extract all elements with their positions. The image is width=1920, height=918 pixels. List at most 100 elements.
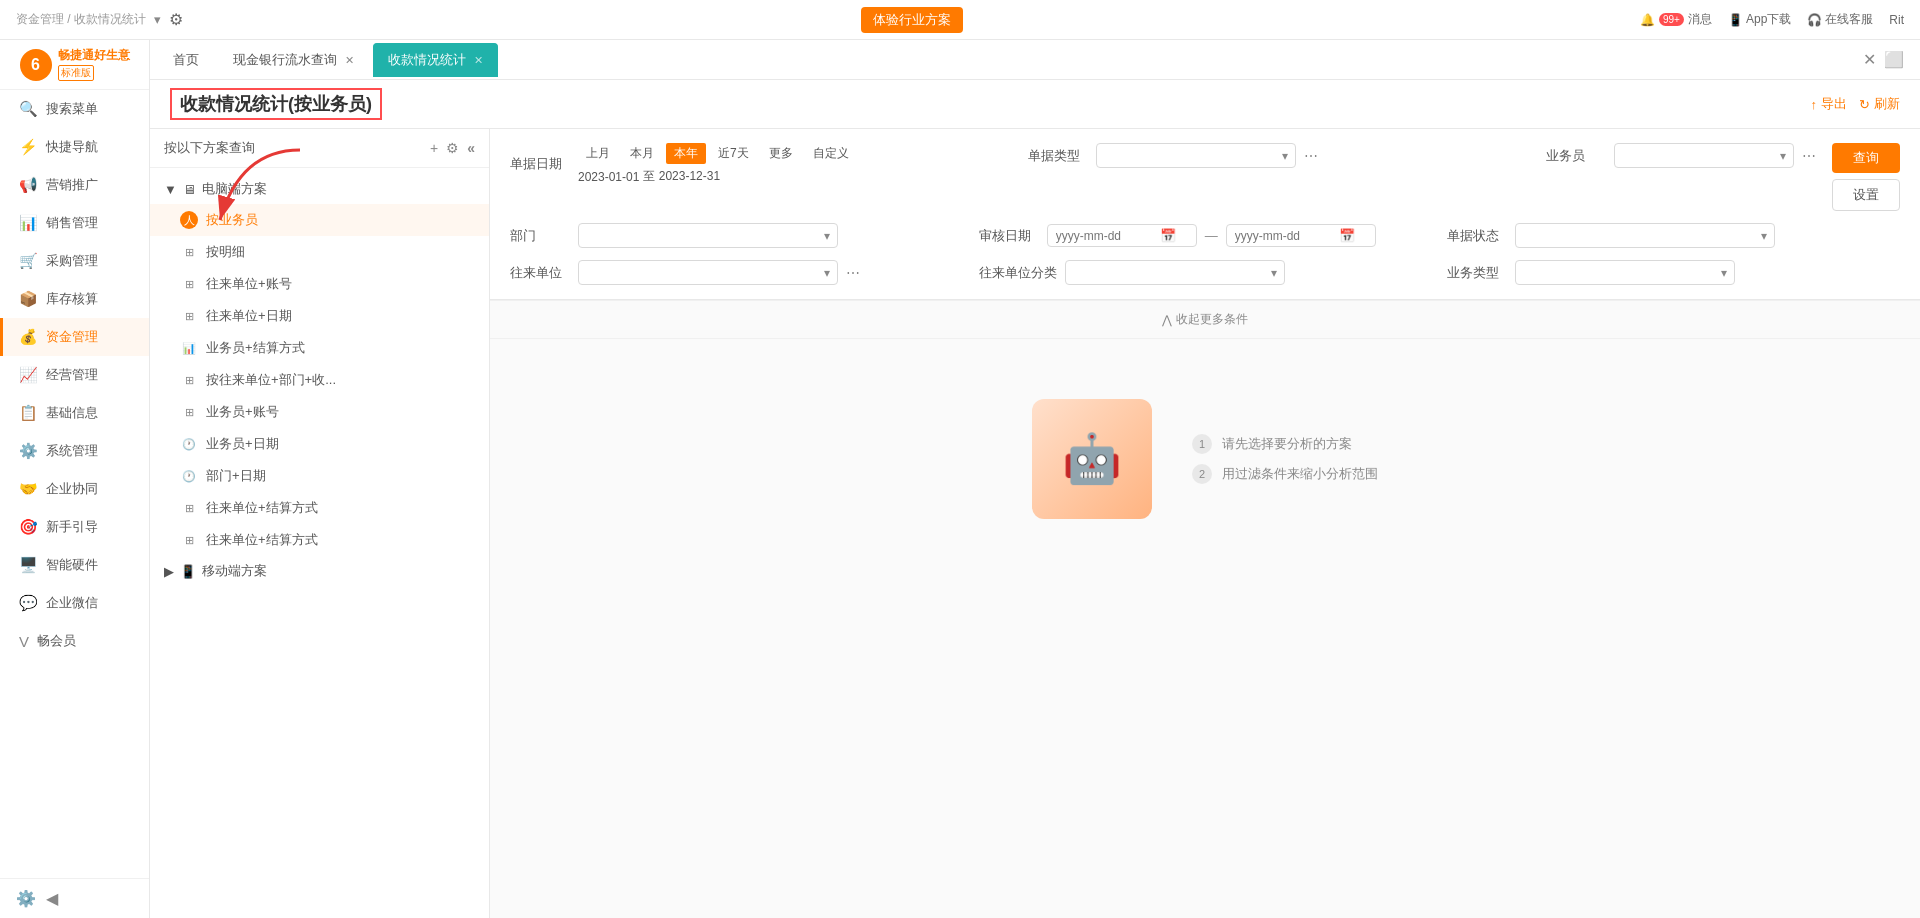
settings-btn[interactable]: 设置 [1832, 179, 1900, 211]
tab-close-receipt-stats[interactable]: ✕ [474, 54, 483, 67]
date-tab-this-month[interactable]: 本月 [622, 143, 662, 164]
doc-type-select[interactable] [1096, 143, 1296, 168]
empty-illustration: 🤖 [1032, 399, 1152, 519]
desktop-schemes-label: 电脑端方案 [202, 180, 267, 198]
sidebar-item-basic-info[interactable]: 📋 基础信息 [0, 394, 149, 432]
refresh-btn[interactable]: ↻ 刷新 [1859, 95, 1900, 113]
audit-date-filter: 审核日期 📅 — 📅 [979, 224, 1432, 247]
doc-type-select-wrapper [1096, 143, 1296, 168]
scheme-item-unit-dept-receipt[interactable]: ⊞ 按往来单位+部门+收... [150, 364, 489, 396]
guide-icon: 🎯 [19, 518, 38, 536]
query-btn[interactable]: 查询 [1832, 143, 1900, 173]
salesperson-more-btn[interactable]: ⋯ [1802, 148, 1816, 164]
sidebar-item-search-menu[interactable]: 🔍 搜索菜单 [0, 90, 149, 128]
dropdown-icon[interactable]: ▾ [154, 12, 161, 27]
date-tab-7days[interactable]: 近7天 [710, 143, 757, 164]
audit-date-to[interactable] [1235, 229, 1335, 243]
counterpart-category-filter: 往来单位分类 [979, 260, 1432, 285]
scheme-item-salesperson-settlement[interactable]: 📊 业务员+结算方式 [150, 332, 489, 364]
scheme-item-label: 按明细 [206, 243, 245, 261]
scheme-item-label: 业务员+结算方式 [206, 339, 305, 357]
export-btn[interactable]: ↑ 导出 [1811, 95, 1848, 113]
empty-state: 🤖 1 请先选择要分析的方案 2 用过滤条件来缩小分析范围 [490, 339, 1920, 579]
date-tab-this-year[interactable]: 本年 [666, 143, 706, 164]
collab-icon: 🤝 [19, 480, 38, 498]
page-header-actions: ↑ 导出 ↻ 刷新 [1811, 95, 1901, 113]
counterpart-dots-btn[interactable]: ⋯ [846, 265, 860, 281]
notification-badge: 99+ [1659, 13, 1684, 26]
date-tab-last-month[interactable]: 上月 [578, 143, 618, 164]
biz-type-select[interactable] [1515, 260, 1735, 285]
tab-home[interactable]: 首页 [158, 43, 214, 77]
collapse-bar[interactable]: ⋀ 收起更多条件 [490, 300, 1920, 339]
collapse-icon-up: ⋀ [1162, 313, 1172, 327]
sidebar-item-finance[interactable]: 💰 资金管理 [0, 318, 149, 356]
mobile-schemes-group[interactable]: ▶ 📱 移动端方案 [150, 556, 489, 586]
date-tab-more[interactable]: 更多 [761, 143, 801, 164]
sidebar-item-operations[interactable]: 📈 经营管理 [0, 356, 149, 394]
notification-area[interactable]: 🔔 99+ 消息 [1640, 11, 1712, 28]
date-tab-custom[interactable]: 自定义 [805, 143, 857, 164]
audit-date-from-wrapper: 📅 [1047, 224, 1197, 247]
maximize-window-btn[interactable]: ⬜ [1884, 50, 1904, 69]
calendar-icon-from[interactable]: 📅 [1160, 228, 1176, 243]
calendar-icon-to[interactable]: 📅 [1339, 228, 1355, 243]
scheme-item-by-salesperson[interactable]: 人 按业务员 [150, 204, 489, 236]
sidebar-item-inventory[interactable]: 📦 库存核算 [0, 280, 149, 318]
scheme-item-label: 往来单位+结算方式 [206, 499, 318, 517]
scheme-item-unit-settlement2[interactable]: ⊞ 往来单位+结算方式 [150, 524, 489, 556]
tab-bank-flow[interactable]: 现金银行流水查询 ✕ [218, 43, 369, 77]
tab-bar: 首页 现金银行流水查询 ✕ 收款情况统计 ✕ ✕ ⬜ [150, 40, 1920, 80]
headset-icon: 🎧 [1807, 13, 1822, 27]
scheme-item-unit-settlement1[interactable]: ⊞ 往来单位+结算方式 [150, 492, 489, 524]
sidebar-item-quick-nav[interactable]: ⚡ 快捷导航 [0, 128, 149, 166]
app-download[interactable]: 📱 App下载 [1728, 11, 1791, 28]
settings-icon[interactable]: ⚙ [169, 10, 183, 29]
doc-type-more-btn[interactable]: ⋯ [1304, 148, 1318, 164]
logo-icon: 6 [20, 49, 52, 81]
sidebar-item-sales[interactable]: 📊 销售管理 [0, 204, 149, 242]
counterpart-select[interactable] [578, 260, 838, 285]
counterpart-cat-select[interactable] [1065, 260, 1285, 285]
mobile-icon: 📱 [180, 564, 196, 579]
counterpart-cat-label: 往来单位分类 [979, 264, 1057, 282]
sidebar-item-guide[interactable]: 🎯 新手引导 [0, 508, 149, 546]
robot-icon: 🤖 [1062, 431, 1122, 487]
sidebar-item-purchase[interactable]: 🛒 采购管理 [0, 242, 149, 280]
desktop-schemes-group[interactable]: ▼ 🖥 电脑端方案 [150, 174, 489, 204]
us1-icon: ⊞ [180, 499, 198, 517]
scheme-item-salesperson-date[interactable]: 🕐 业务员+日期 [150, 428, 489, 460]
trial-btn[interactable]: 体验行业方案 [861, 7, 963, 33]
scheme-item-salesperson-account[interactable]: ⊞ 业务员+账号 [150, 396, 489, 428]
doc-status-select[interactable] [1515, 223, 1775, 248]
counterpart-wrapper [578, 260, 838, 285]
scheme-item-dept-date[interactable]: 🕐 部门+日期 [150, 460, 489, 492]
filter-row-3: 往来单位 ⋯ 往来单位分类 [510, 260, 1900, 285]
add-scheme-btn[interactable]: + [430, 140, 438, 156]
user-name[interactable]: Rit [1889, 13, 1904, 27]
settings-bottom-icon[interactable]: ⚙️ [16, 889, 36, 908]
sidebar-item-marketing[interactable]: 📢 营销推广 [0, 166, 149, 204]
filter-section: 单据日期 上月 本月 本年 近7天 更多 自定义 [490, 129, 1920, 300]
scheme-item-label: 往来单位+结算方式 [206, 531, 318, 549]
scheme-item-unit-account[interactable]: ⊞ 往来单位+账号 [150, 268, 489, 300]
audit-date-from[interactable] [1056, 229, 1156, 243]
sidebar-item-system[interactable]: ⚙️ 系统管理 [0, 432, 149, 470]
scheme-item-unit-date[interactable]: ⊞ 往来单位+日期 [150, 300, 489, 332]
collapse-panel-btn[interactable]: « [467, 140, 475, 156]
sidebar-item-corp-collab[interactable]: 🤝 企业协同 [0, 470, 149, 508]
tab-receipt-stats[interactable]: 收款情况统计 ✕ [373, 43, 498, 77]
scheme-section: ▼ 🖥 电脑端方案 人 按业务员 ⊞ 按明细 ⊞ [150, 168, 489, 592]
dept-select[interactable] [578, 223, 838, 248]
scheme-settings-btn[interactable]: ⚙ [446, 140, 459, 156]
scheme-item-by-detail[interactable]: ⊞ 按明细 [150, 236, 489, 268]
tab-close-bank-flow[interactable]: ✕ [345, 54, 354, 67]
sidebar-item-smart-hw[interactable]: 🖥️ 智能硬件 [0, 546, 149, 584]
collapse-icon[interactable]: ◀ [46, 889, 58, 908]
online-service[interactable]: 🎧 在线客服 [1807, 11, 1873, 28]
close-window-btn[interactable]: ✕ [1863, 50, 1876, 69]
empty-step-1: 1 请先选择要分析的方案 [1192, 434, 1378, 454]
sidebar-item-member[interactable]: V 畅会员 [0, 622, 149, 660]
sidebar-item-corp-wechat[interactable]: 💬 企业微信 [0, 584, 149, 622]
salesperson-select[interactable] [1614, 143, 1794, 168]
